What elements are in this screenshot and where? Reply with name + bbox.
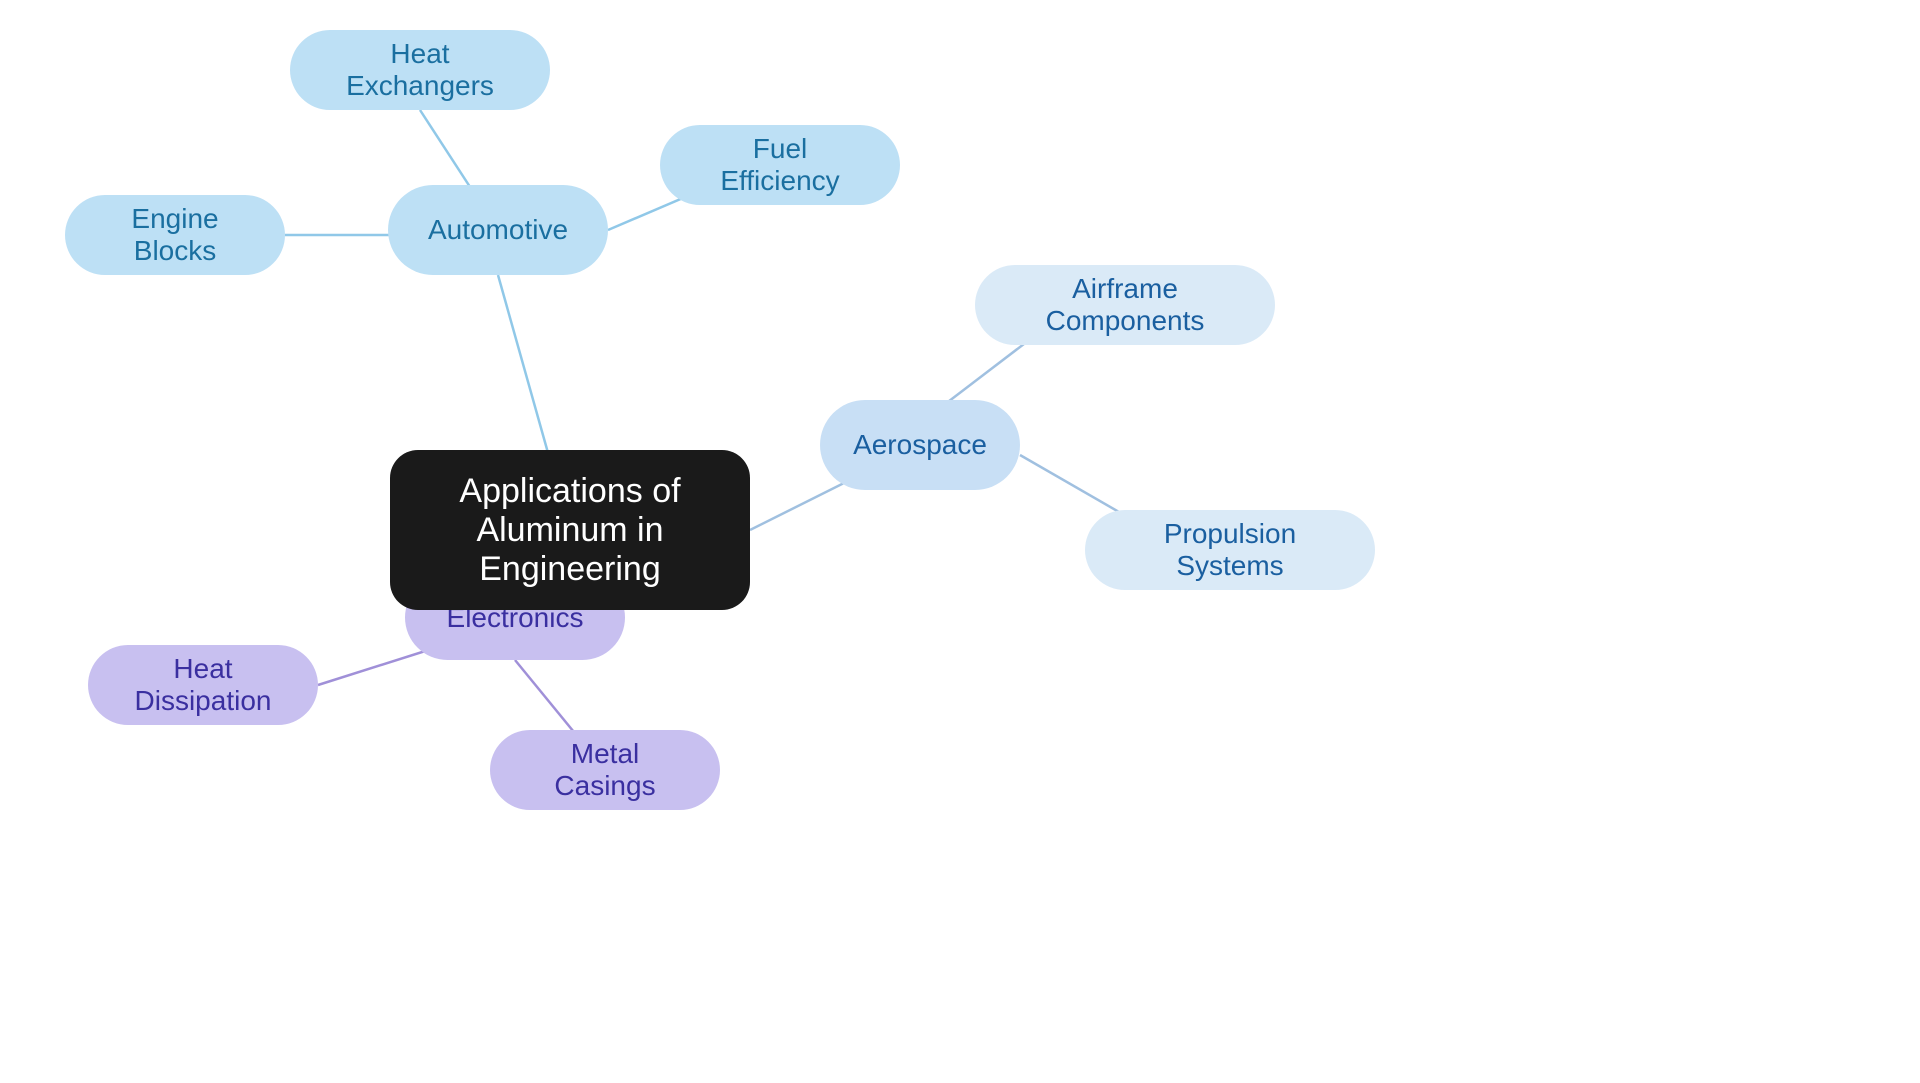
airframe-label: Airframe Components: [1011, 273, 1239, 337]
automotive-node[interactable]: Automotive: [388, 185, 608, 275]
heat-dissipation-label: Heat Dissipation: [124, 653, 282, 717]
automotive-label: Automotive: [428, 214, 568, 246]
aerospace-label: Aerospace: [853, 429, 987, 461]
heat-dissipation-node[interactable]: Heat Dissipation: [88, 645, 318, 725]
fuel-efficiency-label: Fuel Efficiency: [696, 133, 864, 197]
heat-exchangers-node[interactable]: Heat Exchangers: [290, 30, 550, 110]
metal-casings-node[interactable]: Metal Casings: [490, 730, 720, 810]
propulsion-label: Propulsion Systems: [1121, 518, 1339, 582]
aerospace-node[interactable]: Aerospace: [820, 400, 1020, 490]
metal-casings-label: Metal Casings: [526, 738, 684, 802]
heat-exchangers-label: Heat Exchangers: [326, 38, 514, 102]
engine-blocks-label: Engine Blocks: [101, 203, 249, 267]
propulsion-node[interactable]: Propulsion Systems: [1085, 510, 1375, 590]
airframe-node[interactable]: Airframe Components: [975, 265, 1275, 345]
center-label: Applications of Aluminum in Engineering: [426, 472, 714, 589]
center-node: Applications of Aluminum in Engineering: [390, 450, 750, 610]
fuel-efficiency-node[interactable]: Fuel Efficiency: [660, 125, 900, 205]
engine-blocks-node[interactable]: Engine Blocks: [65, 195, 285, 275]
